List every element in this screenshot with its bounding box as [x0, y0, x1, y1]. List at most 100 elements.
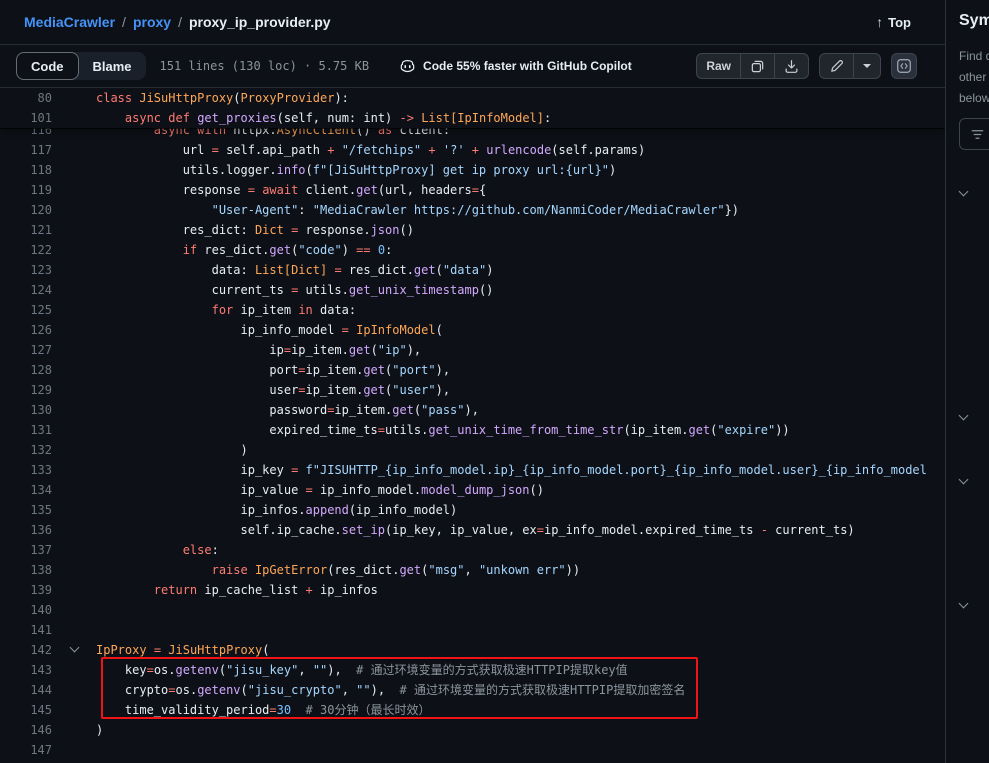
line-number[interactable]: 134: [0, 480, 52, 500]
line-number[interactable]: 135: [0, 500, 52, 520]
code-text: user=ip_item.get("user"),: [96, 380, 450, 400]
download-icon: [784, 59, 799, 74]
line-number[interactable]: 122: [0, 240, 52, 260]
code-text: ): [96, 720, 103, 740]
line-number[interactable]: 140: [0, 600, 52, 620]
line-number[interactable]: 131: [0, 420, 52, 440]
line-number[interactable]: 141: [0, 620, 52, 640]
symbols-filter-button[interactable]: [959, 118, 989, 150]
line-number[interactable]: 146: [0, 720, 52, 740]
line-number[interactable]: 133: [0, 460, 52, 480]
line-number[interactable]: 132: [0, 440, 52, 460]
breadcrumb: MediaCrawler / proxy / proxy_ip_provider…: [0, 0, 945, 44]
line-number[interactable]: 144: [0, 680, 52, 700]
code-line-147: 147: [0, 740, 945, 760]
line-number[interactable]: 126: [0, 320, 52, 340]
edit-dropdown-button[interactable]: [853, 54, 880, 78]
line-number[interactable]: 128: [0, 360, 52, 380]
arrow-up-icon: ↑: [876, 14, 883, 30]
edit-file-button[interactable]: [820, 54, 853, 78]
line-number[interactable]: 136: [0, 520, 52, 540]
breadcrumb-dir-link[interactable]: proxy: [133, 14, 171, 30]
code-text: return ip_cache_list + ip_infos: [96, 580, 378, 600]
line-number[interactable]: 121: [0, 220, 52, 240]
line-number[interactable]: 129: [0, 380, 52, 400]
line-number[interactable]: 138: [0, 560, 52, 580]
code-line-124: 124 current_ts = utils.get_unix_timestam…: [0, 280, 945, 300]
code-line-118: 118 utils.logger.info(f"[JiSuHttpProxy] …: [0, 160, 945, 180]
code-line-80: 80 class JiSuHttpProxy(ProxyProvider):: [0, 88, 945, 108]
gutter: [52, 340, 96, 360]
line-number[interactable]: 127: [0, 340, 52, 360]
code-line-131: 131 expired_time_ts=utils.get_unix_time_…: [0, 420, 945, 440]
chevron-down-icon[interactable]: [959, 411, 969, 421]
chevron-down-icon[interactable]: [959, 187, 969, 197]
raw-copy-download-group: Raw: [696, 53, 809, 79]
code-line-128: 128 port=ip_item.get("port"),: [0, 360, 945, 380]
code-text: utils.logger.info(f"[JiSuHttpProxy] get …: [96, 160, 616, 180]
line-number[interactable]: 142: [0, 640, 52, 660]
code-line-120: 120 "User-Agent": "MediaCrawler https://…: [0, 200, 945, 220]
code-line-144: 144 crypto=os.getenv("jisu_crypto", ""),…: [0, 680, 945, 700]
filter-icon: [970, 127, 985, 142]
code-text: if res_dict.get("code") == 0:: [96, 240, 392, 260]
line-number[interactable]: 124: [0, 280, 52, 300]
gutter: [52, 540, 96, 560]
line-number[interactable]: 119: [0, 180, 52, 200]
chevron-down-icon[interactable]: [959, 475, 969, 485]
code-line-142: 142IpProxy = JiSuHttpProxy(: [0, 640, 945, 660]
line-number[interactable]: 147: [0, 740, 52, 760]
gutter: [52, 160, 96, 180]
code-text: password=ip_item.get("pass"),: [96, 400, 479, 420]
code-line-140: 140: [0, 600, 945, 620]
tab-code[interactable]: Code: [16, 52, 79, 80]
code-text: data: List[Dict] = res_dict.get("data"): [96, 260, 493, 280]
line-number[interactable]: 143: [0, 660, 52, 680]
raw-button-label: Raw: [706, 59, 731, 73]
edit-button-group: [819, 53, 881, 79]
breadcrumb-repo-link[interactable]: MediaCrawler: [24, 14, 115, 30]
line-number[interactable]: 120: [0, 200, 52, 220]
breadcrumb-separator: /: [178, 14, 182, 30]
raw-button[interactable]: Raw: [697, 54, 740, 78]
gutter: [52, 680, 96, 700]
chevron-down-icon[interactable]: [959, 599, 969, 609]
code-line-126: 126 ip_info_model = IpInfoModel(: [0, 320, 945, 340]
line-number[interactable]: 139: [0, 580, 52, 600]
symbols-panel-description: Find definitions and references for func…: [959, 46, 989, 109]
line-number[interactable]: 118: [0, 160, 52, 180]
gutter: [52, 380, 96, 400]
line-number[interactable]: 80: [0, 88, 52, 108]
line-number[interactable]: 130: [0, 400, 52, 420]
gutter: [52, 560, 96, 580]
line-number[interactable]: 117: [0, 140, 52, 160]
code-line-130: 130 password=ip_item.get("pass"),: [0, 400, 945, 420]
copy-raw-button[interactable]: [740, 54, 774, 78]
code-text: expired_time_ts=utils.get_unix_time_from…: [96, 420, 790, 440]
line-number[interactable]: 101: [0, 108, 52, 128]
gutter: [52, 140, 96, 160]
code-line-122: 122 if res_dict.get("code") == 0:: [0, 240, 945, 260]
line-number[interactable]: 137: [0, 540, 52, 560]
symbols-panel-title: Symbols: [959, 12, 989, 30]
copy-icon: [750, 59, 765, 74]
download-button[interactable]: [774, 54, 808, 78]
code-line-146: 146): [0, 720, 945, 740]
gutter: [52, 720, 96, 740]
code-text: class JiSuHttpProxy(ProxyProvider):: [96, 88, 349, 108]
gutter: [52, 640, 96, 660]
copilot-banner[interactable]: Code 55% faster with GitHub Copilot: [399, 58, 632, 75]
line-number[interactable]: 123: [0, 260, 52, 280]
tab-blame[interactable]: Blame: [79, 52, 146, 80]
line-number[interactable]: 145: [0, 700, 52, 720]
copilot-banner-text: Code 55% faster with GitHub Copilot: [423, 59, 632, 73]
gutter: [52, 500, 96, 520]
code-text: ip_key = f"JISUHTTP_{ip_info_model.ip}_{…: [96, 460, 927, 480]
symbols-panel-toggle-button[interactable]: [891, 53, 917, 79]
gutter: [52, 108, 96, 128]
collapse-chevron-icon[interactable]: [69, 643, 79, 653]
scroll-to-top-button[interactable]: ↑ Top: [876, 14, 921, 30]
line-number[interactable]: 125: [0, 300, 52, 320]
code-text: async def get_proxies(self, num: int) ->…: [96, 108, 551, 128]
file-meta-info: 151 lines (130 loc) · 5.75 KB: [160, 59, 370, 73]
